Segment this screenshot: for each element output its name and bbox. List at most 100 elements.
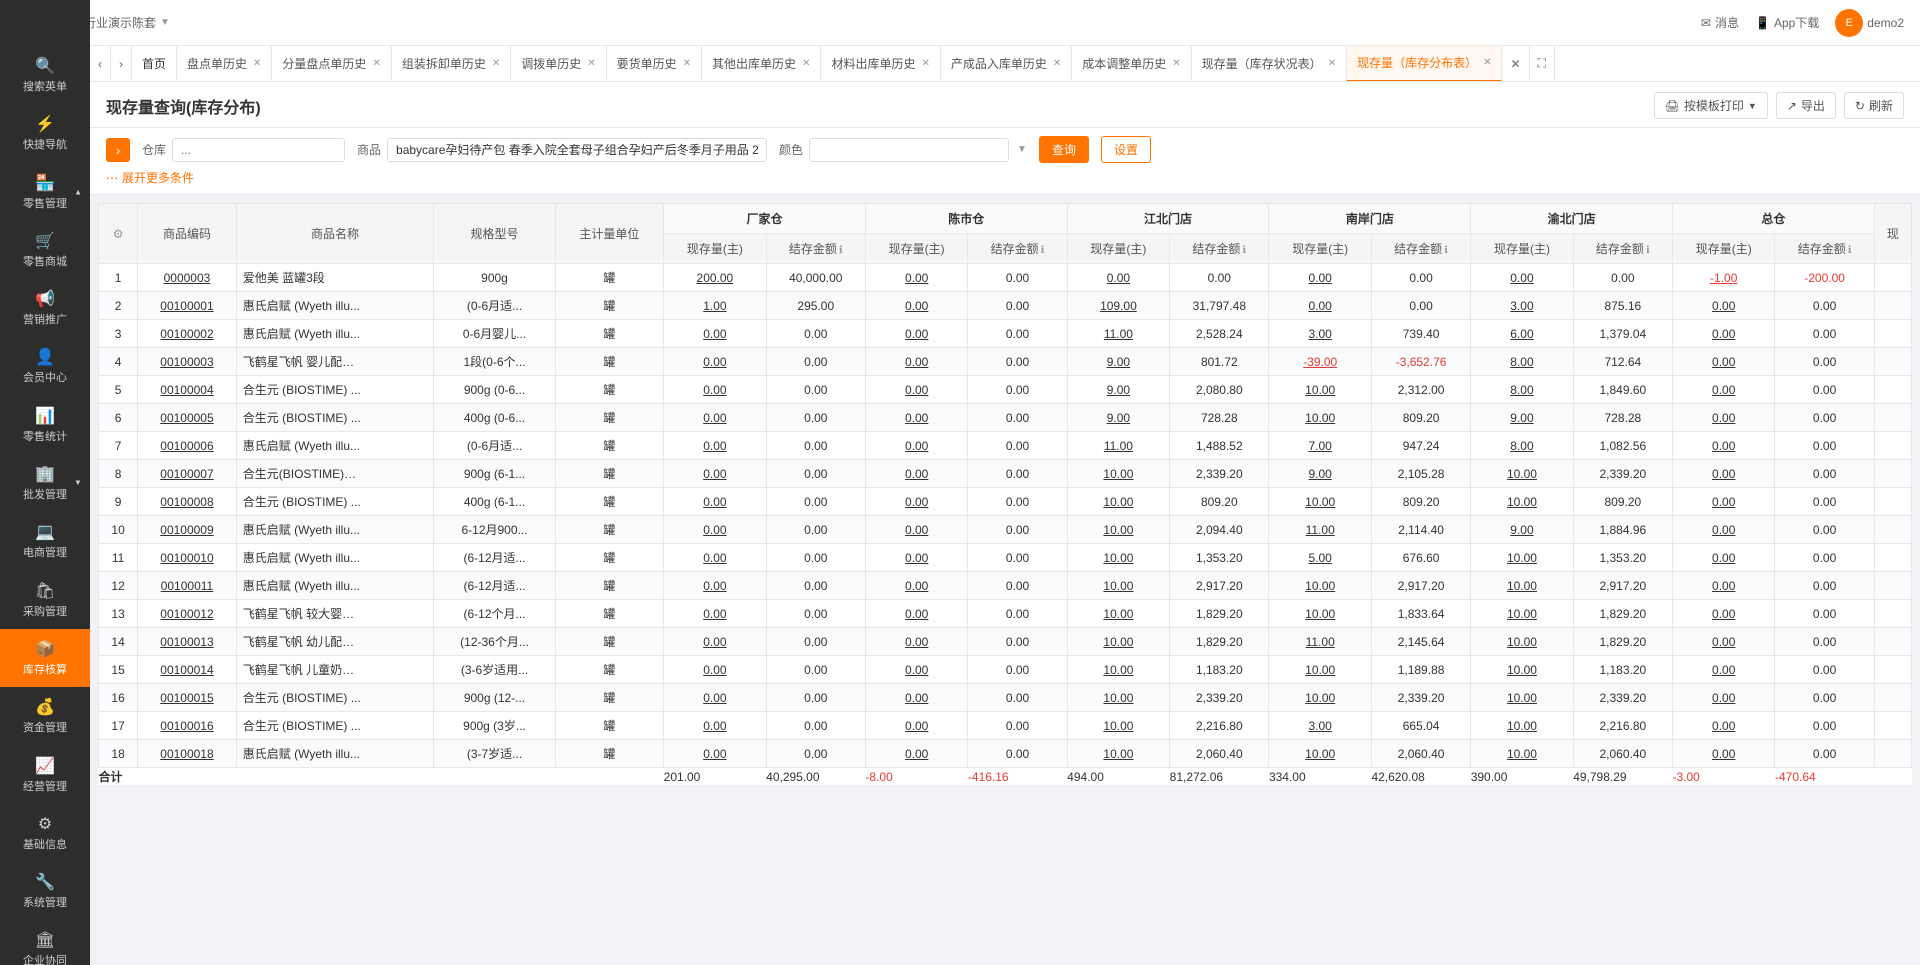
row-yb-qty[interactable]: 8.00	[1471, 432, 1574, 460]
row-yb-qty[interactable]: 10.00	[1471, 488, 1574, 516]
row-yb-qty[interactable]: 10.00	[1471, 572, 1574, 600]
row-yb-qty[interactable]: 10.00	[1471, 460, 1574, 488]
row-na-qty[interactable]: 11.00	[1269, 516, 1372, 544]
row-na-qty[interactable]: 11.00	[1269, 628, 1372, 656]
row-chen-qty[interactable]: 0.00	[865, 404, 968, 432]
row-na-qty[interactable]: 0.00	[1269, 292, 1372, 320]
industry-dropdown-icon[interactable]: ▼	[160, 17, 170, 28]
row-code[interactable]: 00100015	[138, 684, 237, 712]
row-code[interactable]: 00100011	[138, 572, 237, 600]
row-jb-qty[interactable]: 10.00	[1067, 572, 1170, 600]
messages-btn[interactable]: ✉ 消息	[1701, 14, 1739, 31]
row-tot-qty[interactable]: 0.00	[1672, 544, 1775, 572]
sidebar-item-enterprise[interactable]: 🏛企业协同	[0, 920, 90, 965]
row-na-qty[interactable]: 9.00	[1269, 460, 1372, 488]
row-fac-qty[interactable]: 0.00	[664, 740, 767, 768]
tab-expand-btn[interactable]: ⛶	[1530, 46, 1555, 82]
row-fac-qty[interactable]: 0.00	[664, 544, 767, 572]
row-yb-qty[interactable]: 10.00	[1471, 712, 1574, 740]
row-jb-qty[interactable]: 10.00	[1067, 656, 1170, 684]
row-tot-qty[interactable]: 0.00	[1672, 712, 1775, 740]
row-fac-qty[interactable]: 0.00	[664, 348, 767, 376]
row-na-qty[interactable]: 7.00	[1269, 432, 1372, 460]
row-yb-qty[interactable]: 10.00	[1471, 684, 1574, 712]
row-chen-qty[interactable]: 0.00	[865, 432, 968, 460]
row-code[interactable]: 00100008	[138, 488, 237, 516]
row-fac-qty[interactable]: 0.00	[664, 572, 767, 600]
row-na-qty[interactable]: 10.00	[1269, 684, 1372, 712]
user-menu[interactable]: E demo2	[1835, 9, 1904, 37]
tab-close-stock_distribution[interactable]: ✕	[1483, 57, 1491, 68]
row-code[interactable]: 00100006	[138, 432, 237, 460]
row-yb-qty[interactable]: 0.00	[1471, 264, 1574, 292]
row-yb-qty[interactable]: 3.00	[1471, 292, 1574, 320]
sidebar-item-wholesale[interactable]: 🏢批发管理	[0, 454, 90, 512]
sidebar-item-shortcut[interactable]: ⚡快捷导航	[0, 104, 90, 162]
row-chen-qty[interactable]: 0.00	[865, 376, 968, 404]
row-na-qty[interactable]: 10.00	[1269, 404, 1372, 432]
row-yb-qty[interactable]: 9.00	[1471, 404, 1574, 432]
row-yb-qty[interactable]: 6.00	[1471, 320, 1574, 348]
row-jb-qty[interactable]: 0.00	[1067, 264, 1170, 292]
tab-next-btn[interactable]: ›	[111, 46, 132, 82]
row-na-qty[interactable]: 10.00	[1269, 656, 1372, 684]
tab-close-other_outbound[interactable]: ✕	[802, 58, 810, 69]
sidebar-item-finance[interactable]: 💰资金管理	[0, 687, 90, 745]
tab-close-purchase_order[interactable]: ✕	[683, 58, 691, 69]
chen-amt-info-icon[interactable]: ℹ	[1041, 245, 1045, 256]
row-code[interactable]: 00100002	[138, 320, 237, 348]
sidebar-item-retail_stats[interactable]: 📊零售统计	[0, 396, 90, 454]
row-code[interactable]: 00100013	[138, 628, 237, 656]
row-fac-qty[interactable]: 200.00	[664, 264, 767, 292]
row-yb-qty[interactable]: 10.00	[1471, 656, 1574, 684]
row-chen-qty[interactable]: 0.00	[865, 656, 968, 684]
row-chen-qty[interactable]: 0.00	[865, 488, 968, 516]
product-input[interactable]	[387, 138, 767, 162]
row-na-qty[interactable]: 10.00	[1269, 376, 1372, 404]
row-chen-qty[interactable]: 0.00	[865, 544, 968, 572]
row-yb-qty[interactable]: 8.00	[1471, 376, 1574, 404]
row-tot-qty[interactable]: 0.00	[1672, 376, 1775, 404]
row-code[interactable]: 00100012	[138, 600, 237, 628]
row-tot-qty[interactable]: 0.00	[1672, 320, 1775, 348]
tab-stock_status[interactable]: 现存量（库存状况表）✕	[1192, 46, 1347, 82]
row-fac-qty[interactable]: 0.00	[664, 656, 767, 684]
row-fac-qty[interactable]: 0.00	[664, 488, 767, 516]
row-tot-qty[interactable]: -1.00	[1672, 264, 1775, 292]
row-code[interactable]: 00100007	[138, 460, 237, 488]
row-yb-qty[interactable]: 10.00	[1471, 600, 1574, 628]
tot-amt-info-icon[interactable]: ℹ	[1848, 245, 1852, 256]
row-na-qty[interactable]: -39.00	[1269, 348, 1372, 376]
row-fac-qty[interactable]: 0.00	[664, 628, 767, 656]
row-code[interactable]: 0000003	[138, 264, 237, 292]
row-na-qty[interactable]: 10.00	[1269, 600, 1372, 628]
row-fac-qty[interactable]: 0.00	[664, 460, 767, 488]
sidebar-item-ops[interactable]: 📈经营管理	[0, 746, 90, 804]
row-fac-qty[interactable]: 0.00	[664, 432, 767, 460]
row-jb-qty[interactable]: 10.00	[1067, 488, 1170, 516]
row-tot-qty[interactable]: 0.00	[1672, 488, 1775, 516]
row-jb-qty[interactable]: 10.00	[1067, 460, 1170, 488]
tab-stock_count_detail[interactable]: 分量盘点单历史✕	[272, 46, 391, 82]
row-tot-qty[interactable]: 0.00	[1672, 516, 1775, 544]
sidebar-item-ecommerce[interactable]: 💻电商管理	[0, 512, 90, 570]
row-tot-qty[interactable]: 0.00	[1672, 740, 1775, 768]
row-fac-qty[interactable]: 0.00	[664, 712, 767, 740]
warehouse-input[interactable]	[172, 138, 345, 162]
expand-conditions-btn[interactable]: ⋯ 展开更多条件	[106, 169, 1904, 186]
row-chen-qty[interactable]: 0.00	[865, 684, 968, 712]
row-tot-qty[interactable]: 0.00	[1672, 404, 1775, 432]
row-chen-qty[interactable]: 0.00	[865, 320, 968, 348]
settings-btn[interactable]: 设置	[1101, 136, 1151, 163]
row-jb-qty[interactable]: 109.00	[1067, 292, 1170, 320]
row-na-qty[interactable]: 10.00	[1269, 488, 1372, 516]
row-fac-qty[interactable]: 1.00	[664, 292, 767, 320]
sidebar-item-system[interactable]: 🔧系统管理	[0, 862, 90, 920]
row-jb-qty[interactable]: 10.00	[1067, 684, 1170, 712]
row-tot-qty[interactable]: 0.00	[1672, 460, 1775, 488]
sidebar-item-purchase[interactable]: 🛍采购管理	[0, 571, 90, 629]
row-tot-qty[interactable]: 0.00	[1672, 292, 1775, 320]
row-chen-qty[interactable]: 0.00	[865, 348, 968, 376]
tab-purchase_order[interactable]: 要货单历史✕	[607, 46, 702, 82]
color-input[interactable]	[809, 138, 1009, 162]
